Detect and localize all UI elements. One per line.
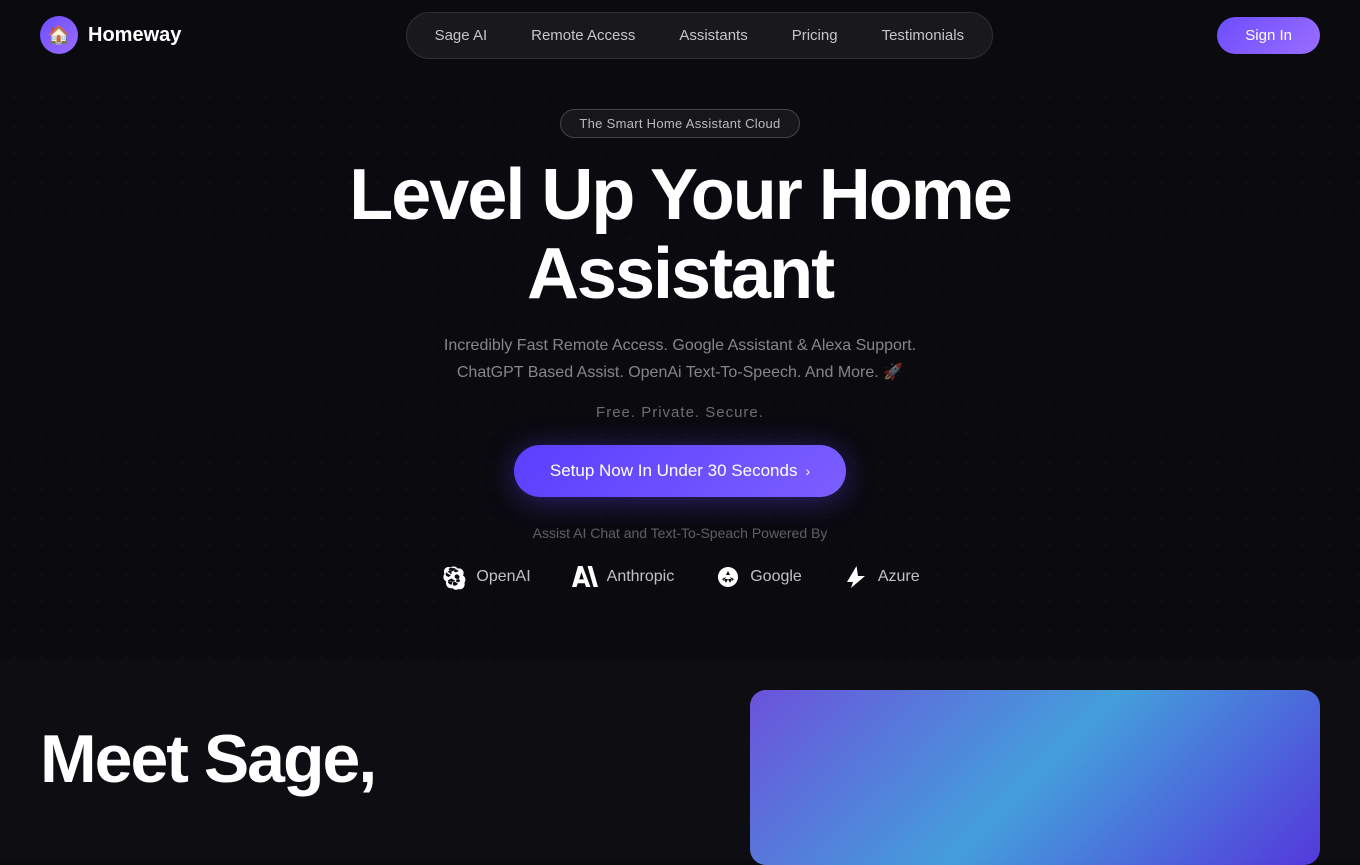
google-label: Google — [750, 568, 802, 586]
hero-content: The Smart Home Assistant Cloud Level Up … — [230, 109, 1130, 592]
openai-icon — [440, 563, 468, 591]
nav-item-assistants[interactable]: Assistants — [659, 19, 767, 52]
sign-in-button[interactable]: Sign In — [1217, 17, 1320, 54]
ai-logos: OpenAI Anthropic Goog — [440, 563, 919, 591]
sage-card — [750, 690, 1320, 865]
bottom-section: Meet Sage, — [0, 660, 1360, 860]
hero-section: The Smart Home Assistant Cloud Level Up … — [0, 0, 1360, 660]
navbar: 🏠 Homeway Sage AI Remote Access Assistan… — [0, 0, 1360, 70]
hero-subtitle: Incredibly Fast Remote Access. Google As… — [444, 332, 916, 386]
openai-label: OpenAI — [476, 568, 530, 586]
hero-subtitle-line2: ChatGPT Based Assist. OpenAi Text-To-Spe… — [457, 364, 903, 381]
cta-button[interactable]: Setup Now In Under 30 Seconds › — [514, 445, 846, 497]
meet-sage-title: Meet Sage, — [40, 720, 375, 798]
azure-icon — [842, 563, 870, 591]
nav-item-testimonials[interactable]: Testimonials — [862, 19, 985, 52]
hero-title: Level Up Your Home Assistant — [230, 156, 1130, 314]
anthropic-icon — [571, 563, 599, 591]
nav-item-pricing[interactable]: Pricing — [772, 19, 858, 52]
openai-logo: OpenAI — [440, 563, 530, 591]
nav-item-remote-access[interactable]: Remote Access — [511, 19, 655, 52]
anthropic-logo: Anthropic — [571, 563, 675, 591]
logo[interactable]: 🏠 Homeway — [40, 16, 181, 54]
hero-badge: The Smart Home Assistant Cloud — [560, 109, 799, 138]
cta-label: Setup Now In Under 30 Seconds — [550, 461, 798, 481]
google-icon — [714, 563, 742, 591]
azure-logo: Azure — [842, 563, 920, 591]
logo-icon: 🏠 — [40, 16, 78, 54]
hero-subtitle-line1: Incredibly Fast Remote Access. Google As… — [444, 337, 916, 354]
azure-label: Azure — [878, 568, 920, 586]
anthropic-label: Anthropic — [607, 568, 675, 586]
cta-arrow-icon: › — [805, 463, 810, 479]
powered-by-text: Assist AI Chat and Text-To-Speach Powere… — [533, 525, 828, 541]
hero-tagline: Free. Private. Secure. — [596, 404, 764, 421]
nav-links: Sage AI Remote Access Assistants Pricing… — [406, 12, 994, 59]
logo-text: Homeway — [88, 24, 181, 47]
nav-item-sage-ai[interactable]: Sage AI — [415, 19, 508, 52]
google-logo: Google — [714, 563, 802, 591]
